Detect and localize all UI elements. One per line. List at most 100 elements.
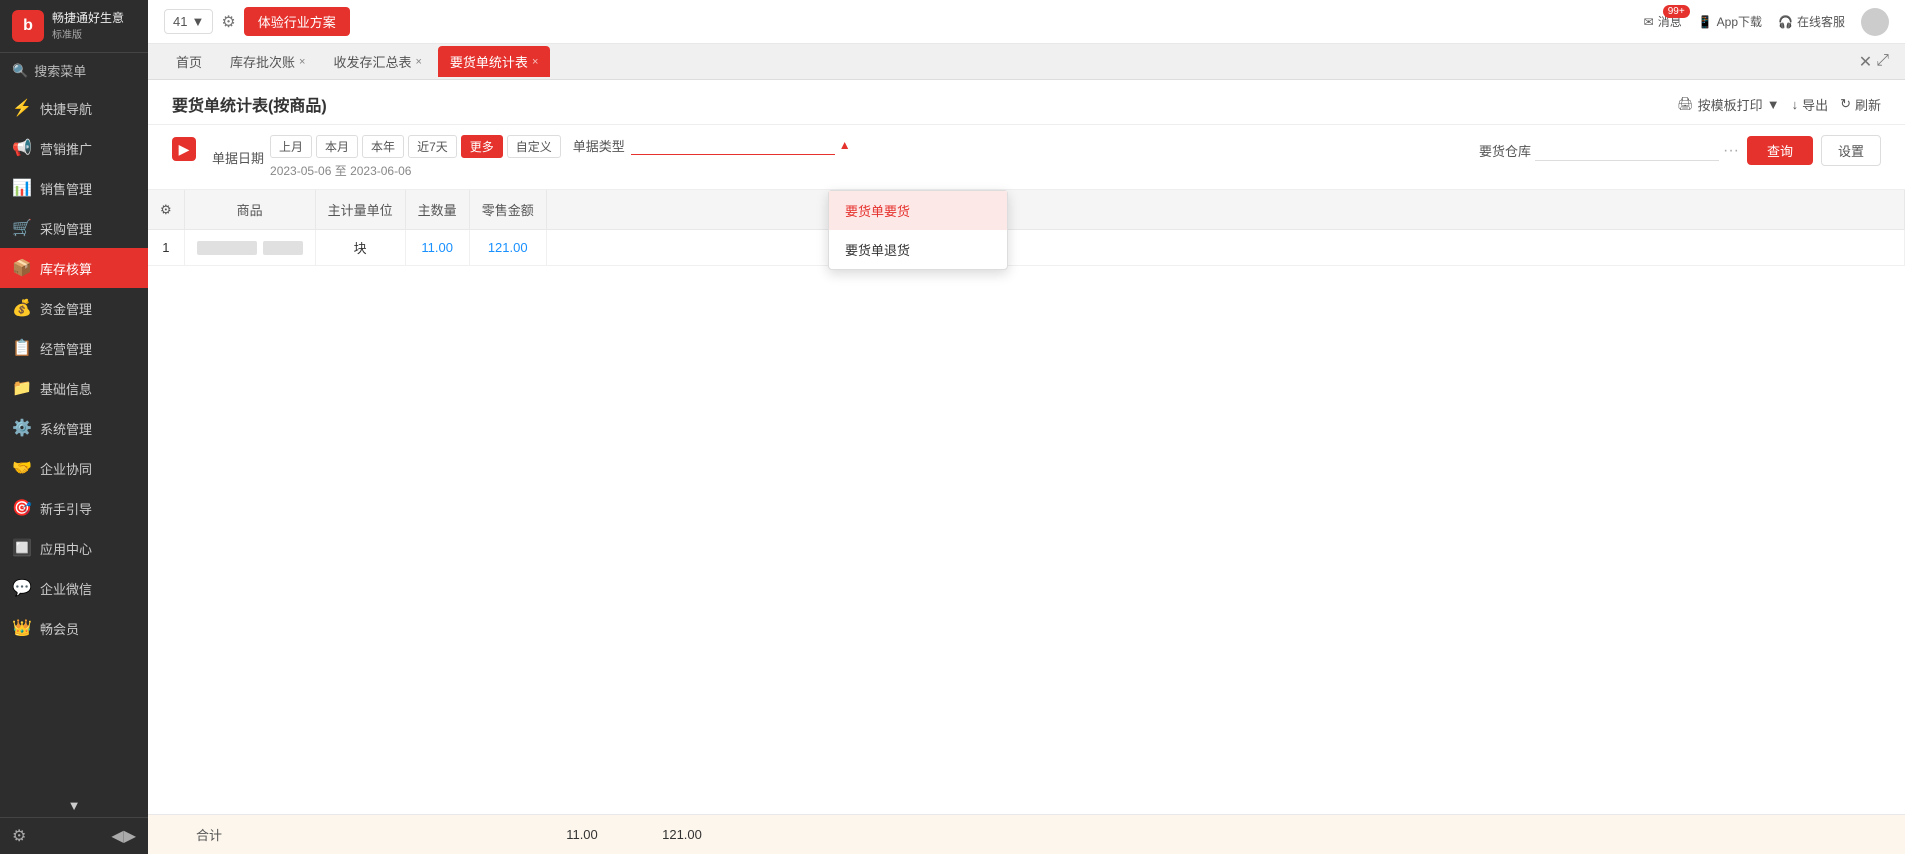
settings-btn[interactable]: 设置: [1821, 135, 1881, 166]
collapse-icon[interactable]: ◀▶: [111, 826, 136, 846]
date-buttons: 上月 本月 本年 近7天 更多 自定义: [270, 135, 561, 158]
table-header-product: 商品: [184, 190, 315, 230]
trial-btn[interactable]: 体验行业方案: [244, 7, 350, 36]
logo-icon: b: [12, 10, 44, 42]
sidebar-item-label: 采购管理: [40, 219, 92, 238]
sidebar-item-quick-nav[interactable]: ⚡ 快捷导航: [0, 88, 148, 128]
purchase-icon: 🛒: [12, 218, 32, 238]
tabs-right: ✕ ⤢: [1859, 52, 1889, 72]
wechat-icon: 💬: [12, 578, 32, 598]
sidebar-item-label: 企业协同: [40, 459, 92, 478]
refresh-btn[interactable]: ↻ 刷新: [1840, 95, 1881, 114]
sidebar-item-operation[interactable]: 📋 经营管理: [0, 328, 148, 368]
service-icon: 🎧: [1778, 15, 1793, 29]
tab-goods-order[interactable]: 要货单统计表 ×: [438, 46, 550, 77]
product-name-placeholder: [197, 241, 257, 255]
tab-inventory-batch-close[interactable]: ×: [299, 56, 305, 68]
export-label: 导出: [1802, 95, 1828, 114]
query-btn[interactable]: 查询: [1747, 136, 1813, 165]
sidebar-scroll-down[interactable]: ▼: [0, 794, 148, 817]
close-all-icon[interactable]: ✕: [1859, 52, 1872, 72]
print-btn[interactable]: 🖨 按模板打印 ▼: [1677, 95, 1779, 114]
order-type-arrow[interactable]: ▲: [839, 138, 851, 152]
date-range-group: 上月 本月 本年 近7天 更多 自定义 2023-05-06 至 2023-06…: [270, 135, 561, 179]
sidebar-item-label: 企业微信: [40, 579, 92, 598]
user-avatar[interactable]: [1861, 8, 1889, 36]
sidebar-item-label: 资金管理: [40, 299, 92, 318]
table-header-quantity: 主数量: [405, 190, 469, 230]
tab-receive-summary-close[interactable]: ×: [415, 56, 421, 68]
sidebar-item-label: 应用中心: [40, 539, 92, 558]
date-btn-custom[interactable]: 自定义: [507, 135, 561, 158]
page-header: 要货单统计表(按商品) 🖨 按模板打印 ▼ ↓ 导出 ↻ 刷新: [148, 80, 1905, 125]
sidebar-item-purchase[interactable]: 🛒 采购管理: [0, 208, 148, 248]
tab-goods-order-close[interactable]: ×: [532, 56, 538, 68]
sidebar-item-basic[interactable]: 📁 基础信息: [0, 368, 148, 408]
sidebar-item-label: 经营管理: [40, 339, 92, 358]
sidebar-item-wechat[interactable]: 💬 企业微信: [0, 568, 148, 608]
settings-icon[interactable]: ⚙: [12, 826, 26, 846]
search-menu[interactable]: 🔍 搜索菜单: [0, 53, 148, 88]
app-name: 畅捷通好生意: [52, 11, 124, 27]
date-btn-7days[interactable]: 近7天: [408, 135, 457, 158]
filter-expand-btn[interactable]: ▶: [172, 137, 196, 161]
tab-goods-order-label: 要货单统计表: [450, 52, 528, 71]
table-area: ⚙ 商品 主计量单位 主数量 零售金额 1: [148, 190, 1905, 814]
order-type-label: 单据类型: [573, 136, 625, 155]
dropdown-item-goods-order[interactable]: 要货单要货: [829, 191, 1007, 230]
sidebar-item-app-center[interactable]: 🔲 应用中心: [0, 528, 148, 568]
maximize-icon[interactable]: ⤢: [1876, 52, 1889, 72]
sidebar-item-inventory[interactable]: 📦 库存核算: [0, 248, 148, 288]
print-label: 按模板打印: [1698, 95, 1763, 114]
tab-bar: 首页 库存批次账 × 收发存汇总表 × 要货单统计表 × ✕ ⤢: [148, 44, 1905, 80]
online-service-btn[interactable]: 🎧 在线客服: [1778, 13, 1845, 30]
tab-inventory-batch[interactable]: 库存批次账 ×: [218, 46, 317, 77]
sidebar-item-label: 库存核算: [40, 259, 92, 278]
sidebar-item-label: 快捷导航: [40, 99, 92, 118]
tenant-selector[interactable]: 41 ▼: [164, 9, 213, 34]
warehouse-more-icon[interactable]: ···: [1723, 142, 1739, 160]
app-sub: 标准版: [52, 26, 124, 41]
order-type-filter: 单据类型 ▲: [573, 135, 851, 155]
finance-icon: 💰: [12, 298, 32, 318]
search-icon: 🔍: [12, 63, 28, 79]
date-btn-more[interactable]: 更多: [461, 135, 503, 158]
tab-receive-summary[interactable]: 收发存汇总表 ×: [321, 46, 433, 77]
main-content: 41 ▼ ⚙ 体验行业方案 ✉ 消息 99+ 📱 App下载 🎧 在线客服: [148, 0, 1905, 854]
footer-quantity: 11.00: [532, 827, 632, 842]
table-header-settings[interactable]: ⚙: [148, 190, 184, 230]
enterprise-icon: 🤝: [12, 458, 32, 478]
warehouse-input[interactable]: [1535, 141, 1719, 161]
row-quantity: 11.00: [405, 230, 469, 266]
product-code-placeholder: [263, 241, 303, 255]
export-btn[interactable]: ↓ 导出: [1792, 95, 1829, 114]
date-btn-this-month[interactable]: 本月: [316, 135, 358, 158]
date-btn-last-month[interactable]: 上月: [270, 135, 312, 158]
tab-home[interactable]: 首页: [164, 46, 214, 77]
table-header-empty: [546, 190, 1904, 230]
order-type-select-wrap: ▲: [631, 135, 851, 155]
sidebar-item-guide[interactable]: 🎯 新手引导: [0, 488, 148, 528]
topbar-settings-icon[interactable]: ⚙: [221, 12, 235, 32]
sidebar-item-sales[interactable]: 📊 销售管理: [0, 168, 148, 208]
order-type-input[interactable]: [631, 135, 835, 155]
warehouse-filter: 要货仓库 ···: [1479, 141, 1739, 161]
online-service-label: 在线客服: [1797, 13, 1845, 30]
sidebar-item-member[interactable]: 👑 畅会员: [0, 608, 148, 648]
sidebar-item-finance[interactable]: 💰 资金管理: [0, 288, 148, 328]
sidebar-item-marketing[interactable]: 📢 营销推广: [0, 128, 148, 168]
member-icon: 👑: [12, 618, 32, 638]
table-footer: 合计 11.00 121.00: [148, 814, 1905, 854]
sidebar-item-enterprise[interactable]: 🤝 企业协同: [0, 448, 148, 488]
sidebar: b 畅捷通好生意 标准版 🔍 搜索菜单 ⚡ 快捷导航 📢 营销推广 📊 销售管理…: [0, 0, 148, 854]
topbar-left: 41 ▼ ⚙ 体验行业方案: [164, 7, 1632, 36]
messages-btn[interactable]: ✉ 消息 99+: [1644, 13, 1682, 30]
refresh-icon: ↻: [1840, 96, 1851, 112]
data-table: ⚙ 商品 主计量单位 主数量 零售金额 1: [148, 190, 1905, 266]
order-type-dropdown: 要货单要货 要货单退货: [828, 190, 1008, 270]
date-btn-this-year[interactable]: 本年: [362, 135, 404, 158]
warehouse-label: 要货仓库: [1479, 141, 1531, 160]
sidebar-item-system[interactable]: ⚙️ 系统管理: [0, 408, 148, 448]
dropdown-item-goods-return[interactable]: 要货单退货: [829, 230, 1007, 269]
app-download-btn[interactable]: 📱 App下载: [1698, 13, 1762, 30]
